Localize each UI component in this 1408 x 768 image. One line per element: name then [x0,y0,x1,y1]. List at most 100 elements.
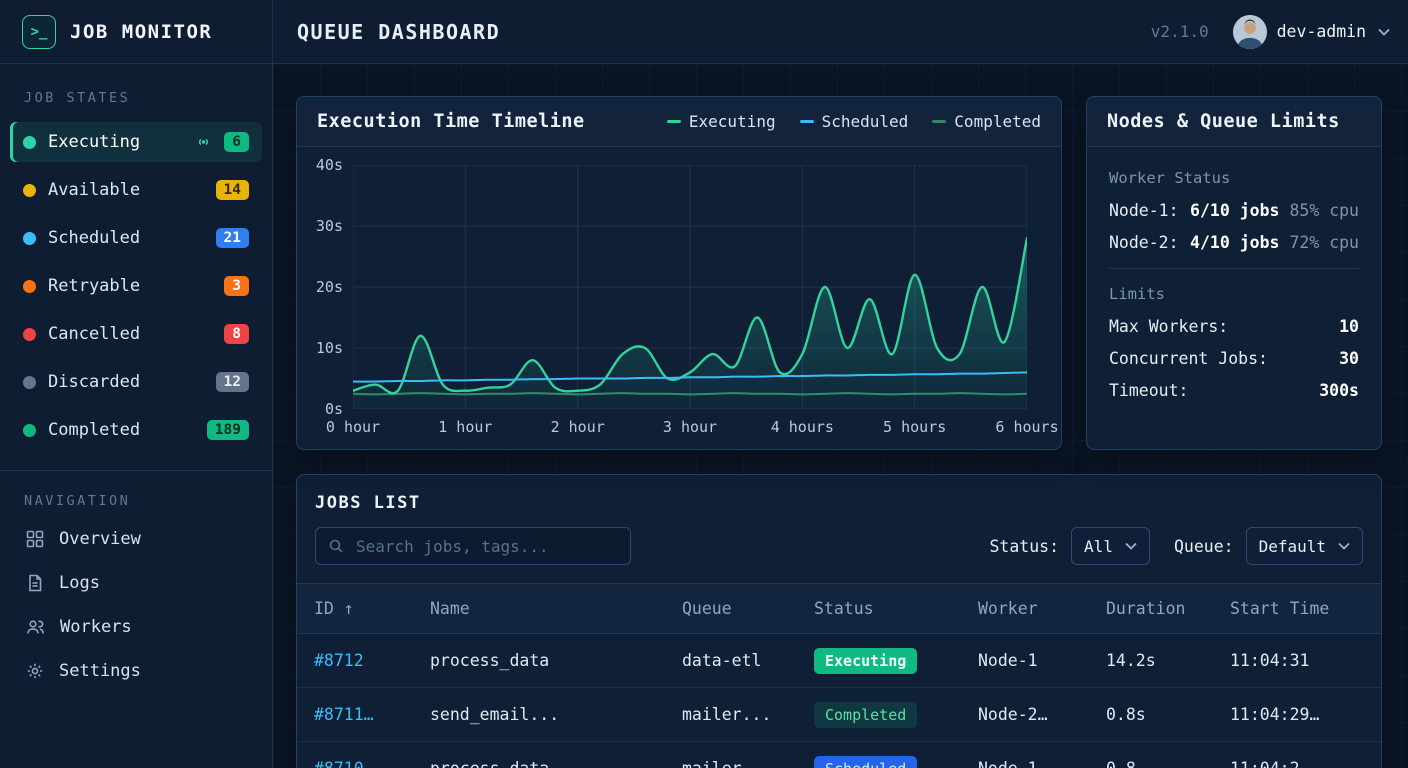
limit-value: 10 [1339,317,1359,336]
users-icon [26,618,45,636]
status-filter-value: All [1084,536,1113,556]
legend-line-icon [932,120,947,123]
table-row[interactable]: #8712 process_data data-etl Executing No… [297,634,1381,688]
filter-group: Status: All Queue: Default [990,527,1363,565]
job-duration: 14.2s [1106,651,1156,670]
worker-status-label: Worker Status [1109,169,1231,187]
timeline-card-header: Execution Time Timeline Executing Schedu… [297,97,1061,147]
status-badge: Scheduled [814,755,918,768]
retryable-dot [23,279,36,293]
status-filter-select[interactable]: All [1071,527,1150,565]
timeline-card: Execution Time Timeline Executing Schedu… [296,96,1062,450]
column-worker[interactable]: Worker [978,599,1106,618]
state-count-badge: 8 [224,324,249,344]
state-label: Scheduled [48,228,141,248]
search-input[interactable] [354,535,618,557]
sidebar-state-discarded[interactable]: Discarded 12 [10,362,262,402]
node-name: Node-2: [1109,233,1179,252]
x-tick: 6 hours [995,418,1059,436]
legend-line-icon [666,120,681,123]
state-label: Discarded [48,372,141,392]
job-duration: 0.8s [1106,705,1146,724]
sidebar-state-retryable[interactable]: Retryable 3 [10,266,262,306]
x-tick: 0 hour [325,418,381,436]
topbar-right: v2.1.0 dev-admin [1150,14,1390,49]
sidebar-item-overview[interactable]: Overview [0,517,272,561]
job-duration: 0.8… [1106,759,1230,768]
table-row[interactable]: #8710… process_data… mailer... Scheduled… [297,742,1381,768]
y-tick: 0s [324,400,343,418]
column-queue[interactable]: Queue [682,599,814,618]
user-menu[interactable]: dev-admin [1232,14,1390,49]
execution-time-chart [353,165,1027,409]
legend-completed[interactable]: Completed [932,112,1041,131]
chart-body: 40s 30s 20s 10s 0s 0 hour 1 hour 2 hour … [297,147,1061,449]
job-name: process_data… [430,759,682,768]
legend-executing[interactable]: Executing [666,112,776,131]
sidebar-item-logs[interactable]: Logs [0,561,272,605]
y-tick: 40s [315,156,343,174]
x-tick: 4 hours [770,418,834,436]
column-name[interactable]: Name [430,599,682,618]
sidebar-state-available[interactable]: Available 14 [10,170,262,210]
document-icon [26,574,44,592]
x-tick: 5 hours [883,418,947,436]
node-name: Node-1: [1109,201,1179,220]
job-start-time: 11:04:29… [1230,705,1320,724]
chart-y-axis: 40s 30s 20s 10s 0s [307,156,353,418]
node-row: Node-2: 4/10 jobs 72% cpu [1109,233,1359,252]
queue-filter-value: Default [1258,536,1326,556]
column-status[interactable]: Status [814,599,978,618]
job-states-section-label: JOB STATES [24,90,131,106]
legend-scheduled[interactable]: Scheduled [799,112,909,131]
job-worker: Node-1 [978,651,1038,670]
sidebar-state-cancelled[interactable]: Cancelled 8 [10,314,262,354]
limit-value: 30 [1339,349,1359,368]
sidebar-state-completed[interactable]: Completed 189 [10,410,262,450]
queue-filter-select[interactable]: Default [1245,527,1363,565]
jobs-list-card: JOBS LIST Status: All Que [296,474,1382,768]
state-count-badge: 14 [215,180,249,200]
job-id-link[interactable]: #8711… [314,705,430,724]
node-cpu: 72% cpu [1289,233,1359,252]
limit-label: Timeout: [1109,381,1189,400]
user-name: dev-admin [1276,22,1366,41]
search-box [315,527,631,565]
column-id[interactable]: ID ↑ [314,599,430,618]
grid-icon [26,530,44,548]
state-label: Cancelled [48,324,141,344]
sidebar-item-workers[interactable]: Workers [0,605,272,649]
topbar: QUEUE DASHBOARD v2.1.0 dev-admin [273,0,1408,64]
chevron-down-icon [1125,542,1137,550]
sidebar: JOB STATES Executing 6 Available 14 Sche… [0,64,273,768]
state-count-badge: 3 [224,276,249,296]
column-start-time[interactable]: Start Time [1230,599,1381,618]
nav-label: Overview [59,529,141,549]
job-id-link[interactable]: #8712 [314,651,430,670]
job-name: process_data [430,651,550,670]
sidebar-state-scheduled[interactable]: Scheduled 21 [10,218,262,258]
state-count-badge: 189 [206,420,249,440]
jobs-list-title: JOBS LIST [315,493,421,513]
x-tick: 2 hour [550,418,605,436]
job-start-time: 11:04:31 [1230,651,1310,670]
scheduled-dot [23,231,36,245]
executing-dot [23,135,36,149]
job-id-link[interactable]: #8710… [314,759,430,768]
sidebar-item-settings[interactable]: Settings [0,649,272,693]
live-signal-icon [195,135,212,149]
page-title: QUEUE DASHBOARD [297,19,501,44]
table-row[interactable]: #8711… send_email... mailer... Completed… [297,688,1381,742]
state-label: Retryable [48,276,141,296]
y-tick: 30s [315,217,343,235]
nav-label: Workers [60,617,132,637]
column-duration[interactable]: Duration [1106,599,1230,618]
y-tick: 20s [315,278,343,296]
legend-label: Scheduled [821,112,909,131]
version-label: v2.1.0 [1150,22,1209,41]
navigation-section-label: NAVIGATION [24,493,131,509]
gear-icon [26,662,44,680]
sidebar-state-executing[interactable]: Executing 6 [10,122,262,162]
chevron-down-icon [1338,542,1350,550]
nodes-card-header: Nodes & Queue Limits [1087,97,1381,147]
